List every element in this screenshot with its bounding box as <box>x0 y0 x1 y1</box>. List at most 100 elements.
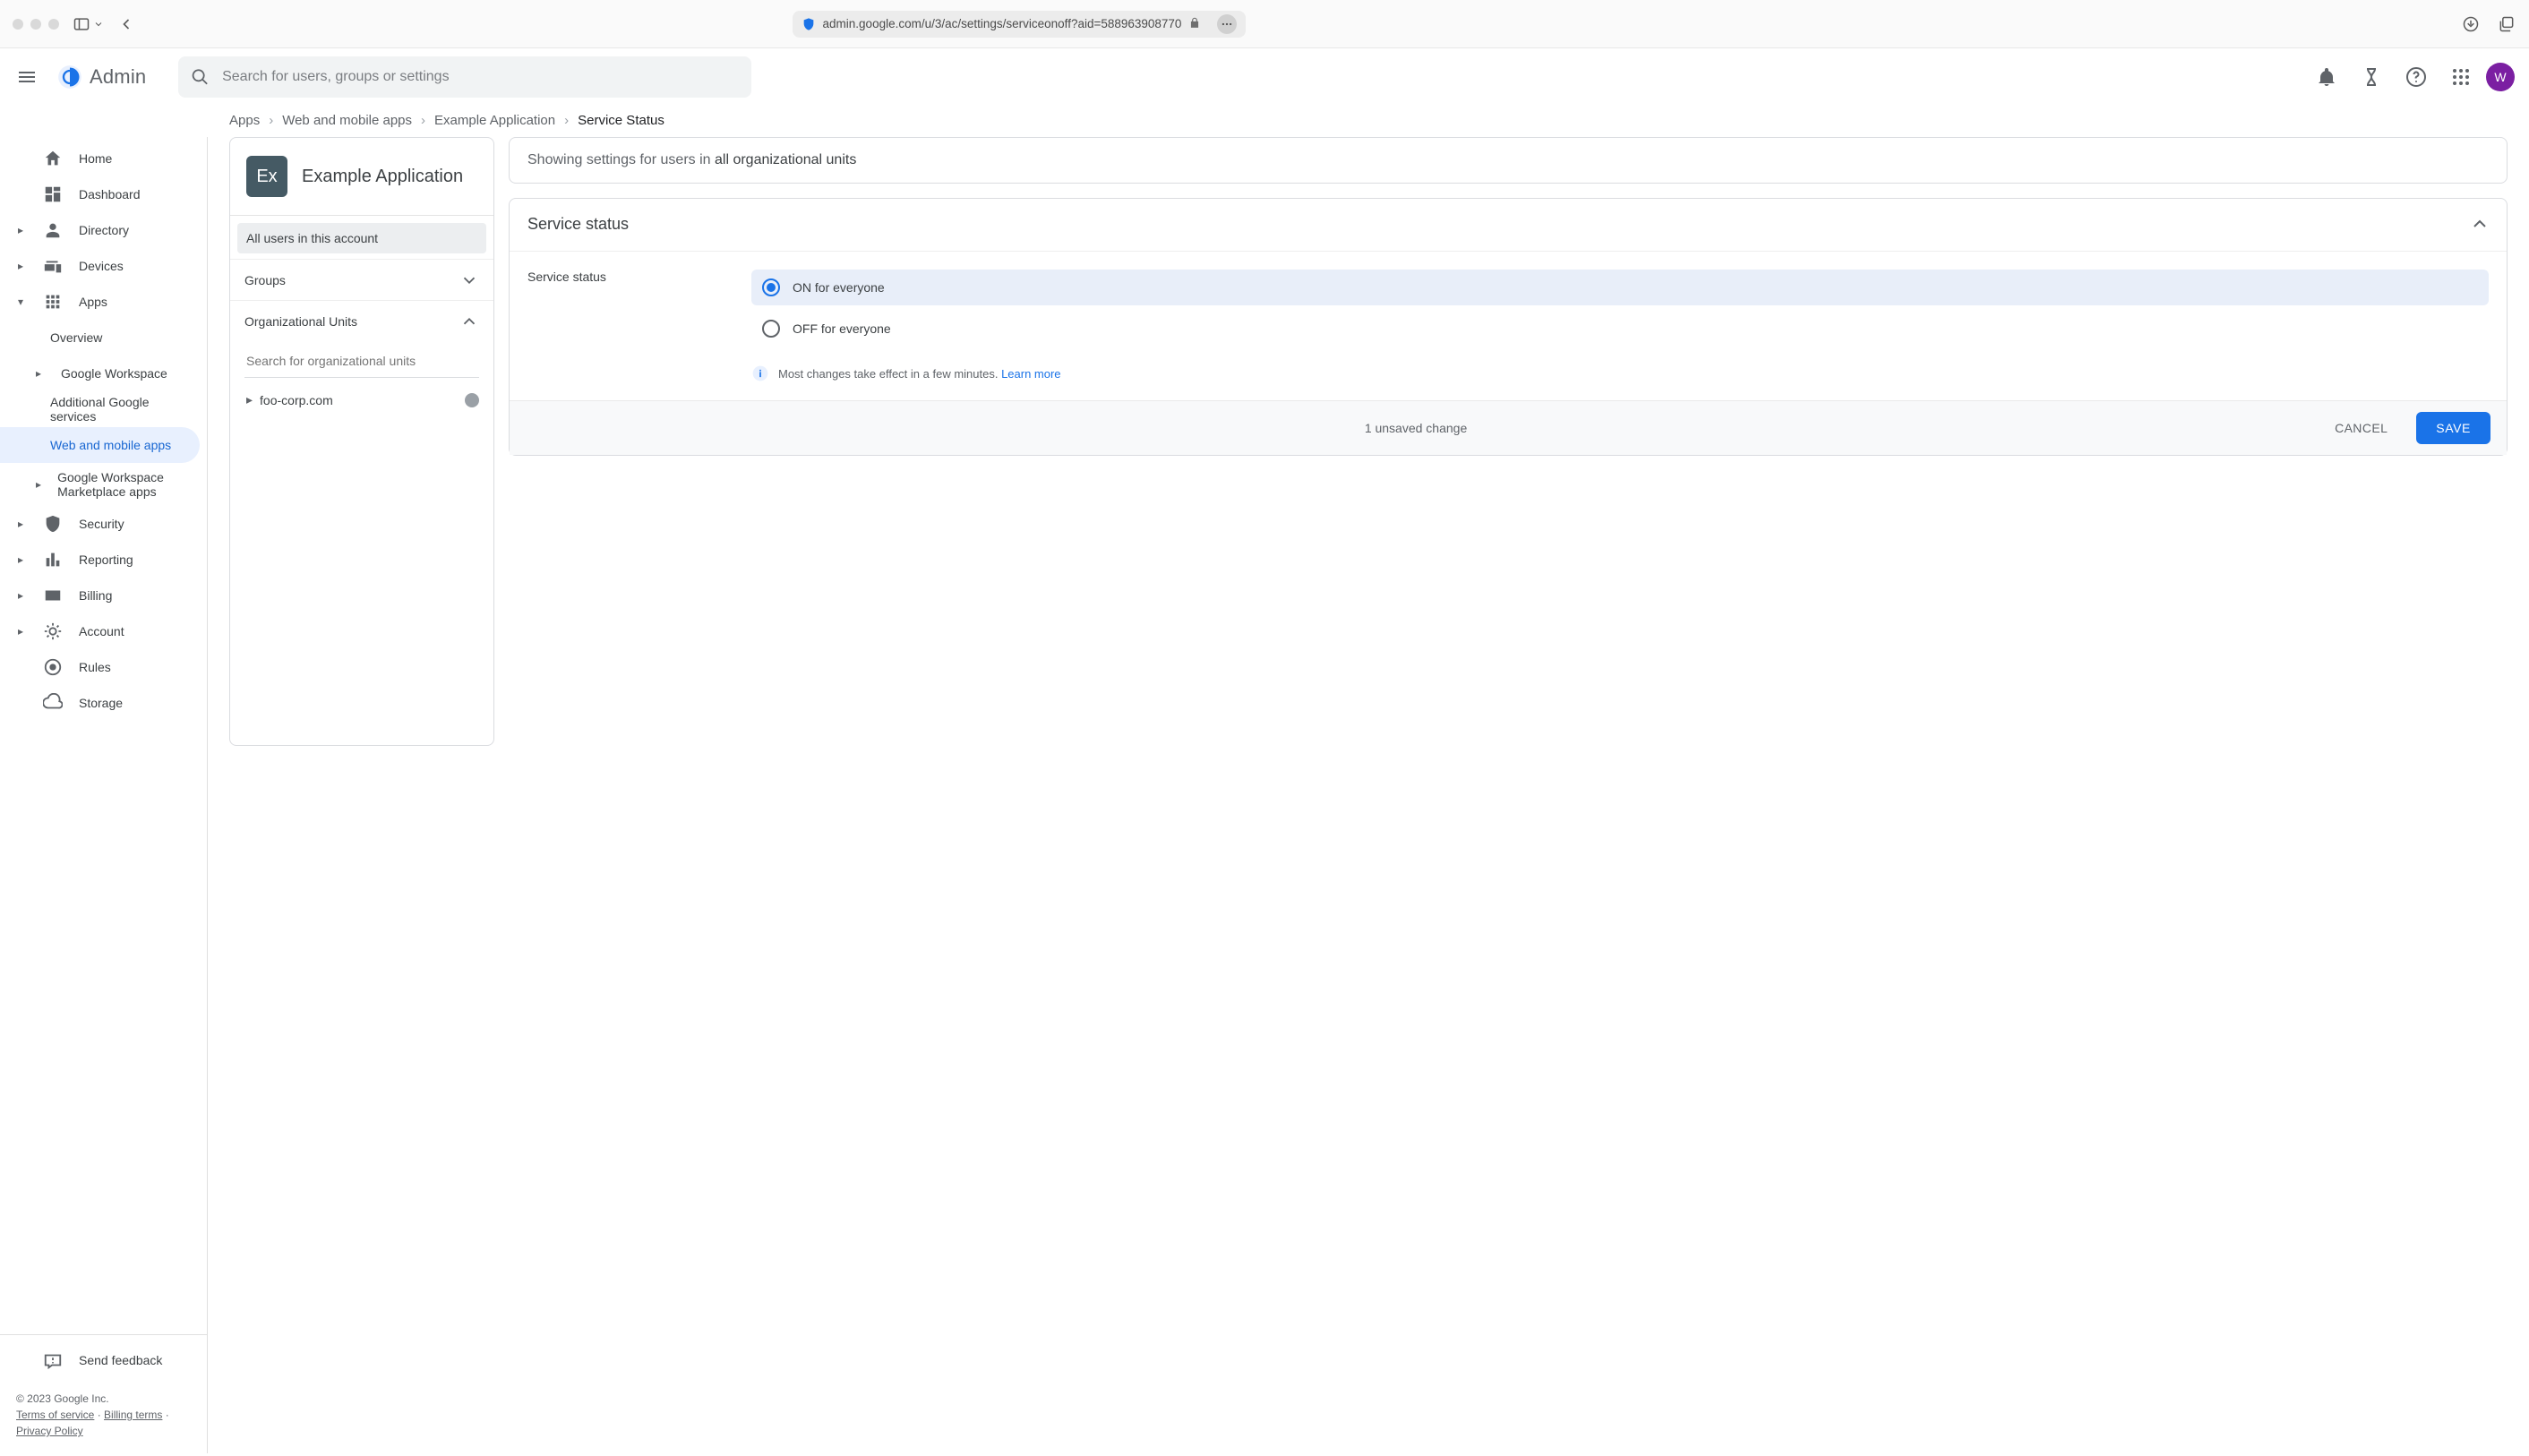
rules-icon <box>43 657 63 677</box>
groups-section[interactable]: Groups <box>230 259 493 300</box>
info-text: Most changes take effect in a few minute… <box>778 367 1001 381</box>
address-bar[interactable]: admin.google.com/u/3/ac/settings/service… <box>793 11 1247 38</box>
service-status-radio-group: ON for everyone OFF for everyone <box>751 270 2489 347</box>
ou-search-input[interactable] <box>244 347 479 378</box>
window-minimize[interactable] <box>30 19 41 30</box>
content-area: Ex Example Application All users in this… <box>208 137 2529 1453</box>
nav-apps[interactable]: ▾ Apps <box>0 284 200 320</box>
ou-item-label: foo-corp.com <box>260 393 333 407</box>
hamburger-icon <box>16 66 38 88</box>
info-icon <box>751 364 769 382</box>
nav-home[interactable]: ▸ Home <box>0 141 200 176</box>
radio-icon <box>762 278 780 296</box>
all-users-label: All users in this account <box>246 231 378 245</box>
nav-label: Directory <box>79 223 129 237</box>
unsaved-message: 1 unsaved change <box>1365 421 1467 435</box>
help-button[interactable] <box>2396 57 2436 97</box>
chevron-right-icon: › <box>269 113 273 128</box>
bell-icon <box>2316 66 2337 88</box>
nav-label: Storage <box>79 696 123 710</box>
ou-item[interactable]: ▸ foo-corp.com <box>230 385 493 415</box>
page-actions-button[interactable] <box>1217 14 1237 34</box>
nav-storage[interactable]: ▸ Storage <box>0 685 200 721</box>
nav-account[interactable]: ▸ Account <box>0 613 200 649</box>
all-users-row[interactable]: All users in this account <box>237 223 486 253</box>
nav-dashboard[interactable]: ▸ Dashboard <box>0 176 200 212</box>
nav-billing[interactable]: ▸ Billing <box>0 578 200 613</box>
tabs-icon[interactable] <box>2497 14 2516 34</box>
option-off-for-everyone[interactable]: OFF for everyone <box>751 311 2489 347</box>
global-search[interactable] <box>178 56 751 98</box>
nav-label: Account <box>79 624 124 638</box>
option-label: OFF for everyone <box>793 321 891 336</box>
nav-security[interactable]: ▸ Security <box>0 506 200 542</box>
scope-banner: Showing settings for users in all organi… <box>509 137 2508 184</box>
reporting-icon <box>43 550 63 570</box>
browser-back-button[interactable] <box>116 14 136 34</box>
url-text: admin.google.com/u/3/ac/settings/service… <box>823 17 1182 30</box>
app-name: Example Application <box>302 165 463 189</box>
breadcrumb: Apps › Web and mobile apps › Example App… <box>0 106 2529 137</box>
notifications-button[interactable] <box>2307 57 2346 97</box>
nav-directory[interactable]: ▸ Directory <box>0 212 200 248</box>
nav-label: Security <box>79 517 124 531</box>
scope-prefix: Showing settings for users in <box>527 152 715 167</box>
window-close[interactable] <box>13 19 23 30</box>
setting-label: Service status <box>527 270 716 382</box>
tasks-button[interactable] <box>2352 57 2391 97</box>
account-avatar[interactable]: W <box>2486 63 2515 91</box>
nav-additional-services[interactable]: Additional Google services <box>0 391 200 427</box>
nav-label: Additional Google services <box>50 395 185 424</box>
crumb-app[interactable]: Example Application <box>434 113 555 128</box>
learn-more-link[interactable]: Learn more <box>1001 367 1060 381</box>
nav-reporting[interactable]: ▸ Reporting <box>0 542 200 578</box>
nav-send-feedback[interactable]: ▸ Send feedback <box>0 1342 200 1378</box>
left-nav: ▸ Home ▸ Dashboard ▸ Directory ▸ Devices… <box>0 137 208 1453</box>
card-title: Service status <box>527 215 629 234</box>
nav-google-workspace[interactable]: ▸ Google Workspace <box>0 355 200 391</box>
service-status-body: Service status ON for everyone OFF for e… <box>510 252 2507 400</box>
browser-chrome: admin.google.com/u/3/ac/settings/service… <box>0 0 2529 48</box>
service-status-header[interactable]: Service status <box>510 199 2507 252</box>
nav-overview[interactable]: Overview <box>0 320 200 355</box>
option-on-for-everyone[interactable]: ON for everyone <box>751 270 2489 305</box>
product-name: Admin <box>90 65 146 89</box>
chevron-right-icon: ▸ <box>246 392 253 407</box>
cancel-button[interactable]: CANCEL <box>2322 412 2400 444</box>
avatar-initial: W <box>2494 70 2506 84</box>
org-units-section[interactable]: Organizational Units <box>230 300 493 341</box>
groups-label: Groups <box>244 273 286 287</box>
storage-icon <box>43 693 63 713</box>
devices-icon <box>43 256 63 276</box>
radio-icon <box>762 320 780 338</box>
apps-icon <box>43 292 63 312</box>
ou-search <box>244 347 479 378</box>
product-logo[interactable]: Admin <box>57 64 146 90</box>
home-icon <box>43 149 63 168</box>
nav-label: Web and mobile apps <box>50 438 171 452</box>
nav-label: Devices <box>79 259 124 273</box>
nav-web-mobile-apps[interactable]: Web and mobile apps <box>0 427 200 463</box>
nav-devices[interactable]: ▸ Devices <box>0 248 200 284</box>
nav-label: Google Workspace <box>61 366 167 381</box>
nav-label: Rules <box>79 660 111 674</box>
browser-sidebar-button[interactable] <box>72 14 104 34</box>
nav-marketplace-apps[interactable]: ▸ Google Workspace Marketplace apps <box>0 463 200 506</box>
legal-billing[interactable]: Billing terms <box>104 1409 162 1421</box>
main-menu-button[interactable] <box>7 57 47 97</box>
crumb-apps[interactable]: Apps <box>229 113 260 128</box>
legal-privacy[interactable]: Privacy Policy <box>16 1425 83 1437</box>
nav-rules[interactable]: ▸ Rules <box>0 649 200 685</box>
save-button[interactable]: SAVE <box>2416 412 2490 444</box>
nav-label: Apps <box>79 295 107 309</box>
window-zoom[interactable] <box>48 19 59 30</box>
legal-terms[interactable]: Terms of service <box>16 1409 94 1421</box>
chevron-down-icon <box>93 14 104 34</box>
window-controls <box>13 19 59 30</box>
nav-label: Send feedback <box>79 1353 162 1367</box>
downloads-icon[interactable] <box>2461 14 2481 34</box>
billing-icon <box>43 586 63 605</box>
search-input[interactable] <box>222 69 739 85</box>
crumb-web-mobile[interactable]: Web and mobile apps <box>282 113 412 128</box>
apps-launcher-button[interactable] <box>2441 57 2481 97</box>
